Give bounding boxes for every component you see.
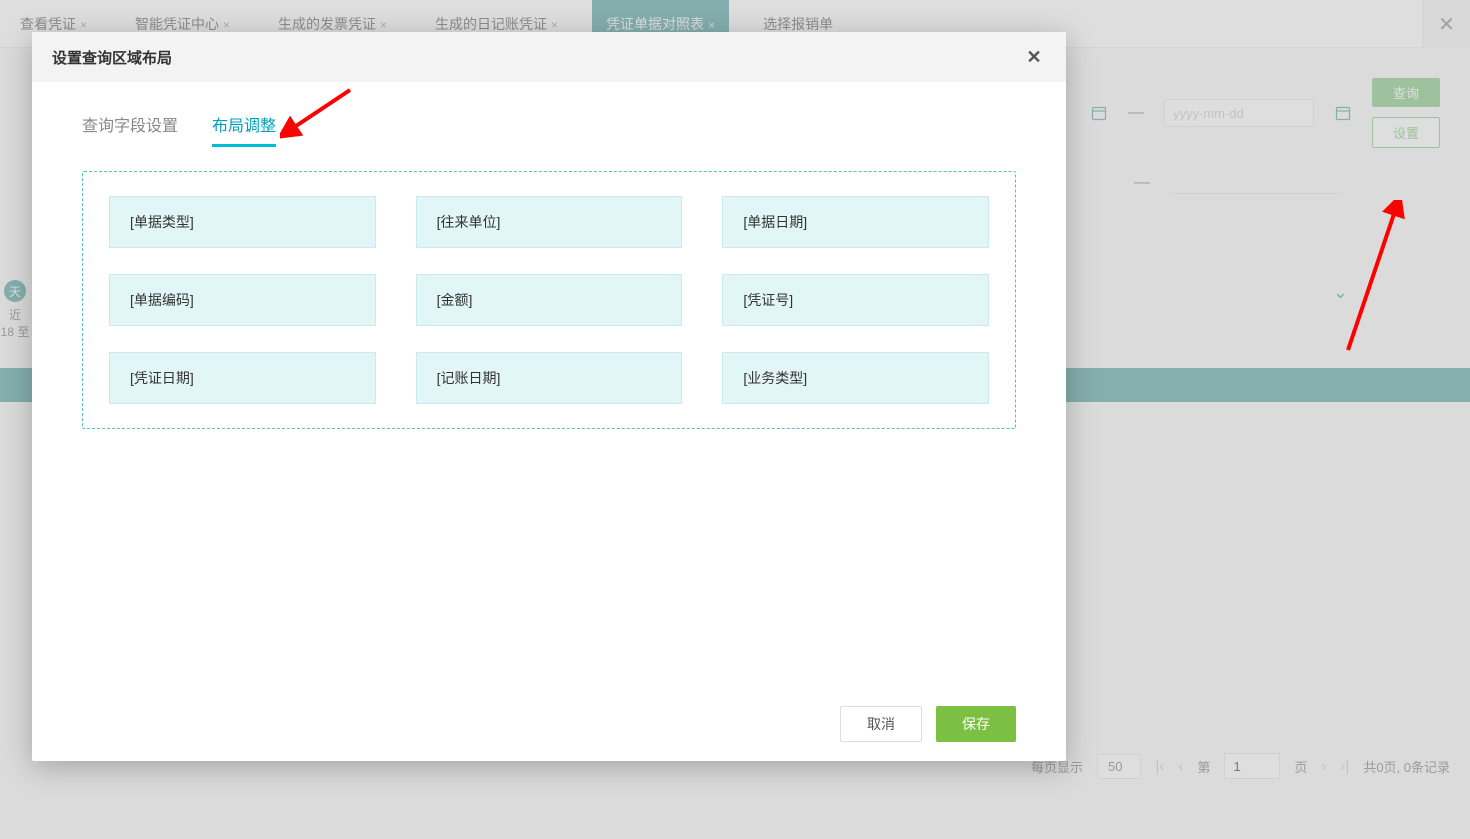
tab-query-field-settings[interactable]: 查询字段设置 <box>82 112 178 147</box>
cancel-button[interactable]: 取消 <box>840 706 922 742</box>
modal-footer: 取消 保存 <box>32 687 1066 761</box>
field-voucher-no[interactable]: [凭证号] <box>722 274 989 326</box>
field-posting-date[interactable]: [记账日期] <box>416 352 683 404</box>
field-doc-date[interactable]: [单据日期] <box>722 196 989 248</box>
field-doc-type[interactable]: [单据类型] <box>109 196 376 248</box>
field-doc-code[interactable]: [单据编码] <box>109 274 376 326</box>
modal-close-button[interactable]: ✕ <box>1022 45 1046 69</box>
field-layout-container: [单据类型] [往来单位] [单据日期] [单据编码] [金额] [凭证号] [… <box>82 171 1016 429</box>
field-partner[interactable]: [往来单位] <box>416 196 683 248</box>
save-button[interactable]: 保存 <box>936 706 1016 742</box>
close-icon: ✕ <box>1026 47 1041 68</box>
field-voucher-date[interactable]: [凭证日期] <box>109 352 376 404</box>
modal-header: 设置查询区域布局 ✕ <box>32 32 1066 82</box>
tab-layout-adjust[interactable]: 布局调整 <box>212 112 276 147</box>
field-amount[interactable]: [金额] <box>416 274 683 326</box>
modal-title: 设置查询区域布局 <box>52 47 172 68</box>
field-biz-type[interactable]: [业务类型] <box>722 352 989 404</box>
layout-settings-modal: 设置查询区域布局 ✕ 查询字段设置 布局调整 [单据类型] [往来单位] [单据… <box>32 32 1066 761</box>
modal-body: 查询字段设置 布局调整 [单据类型] [往来单位] [单据日期] [单据编码] … <box>32 82 1066 687</box>
modal-tabs: 查询字段设置 布局调整 <box>82 112 1016 147</box>
field-grid: [单据类型] [往来单位] [单据日期] [单据编码] [金额] [凭证号] [… <box>109 196 989 404</box>
